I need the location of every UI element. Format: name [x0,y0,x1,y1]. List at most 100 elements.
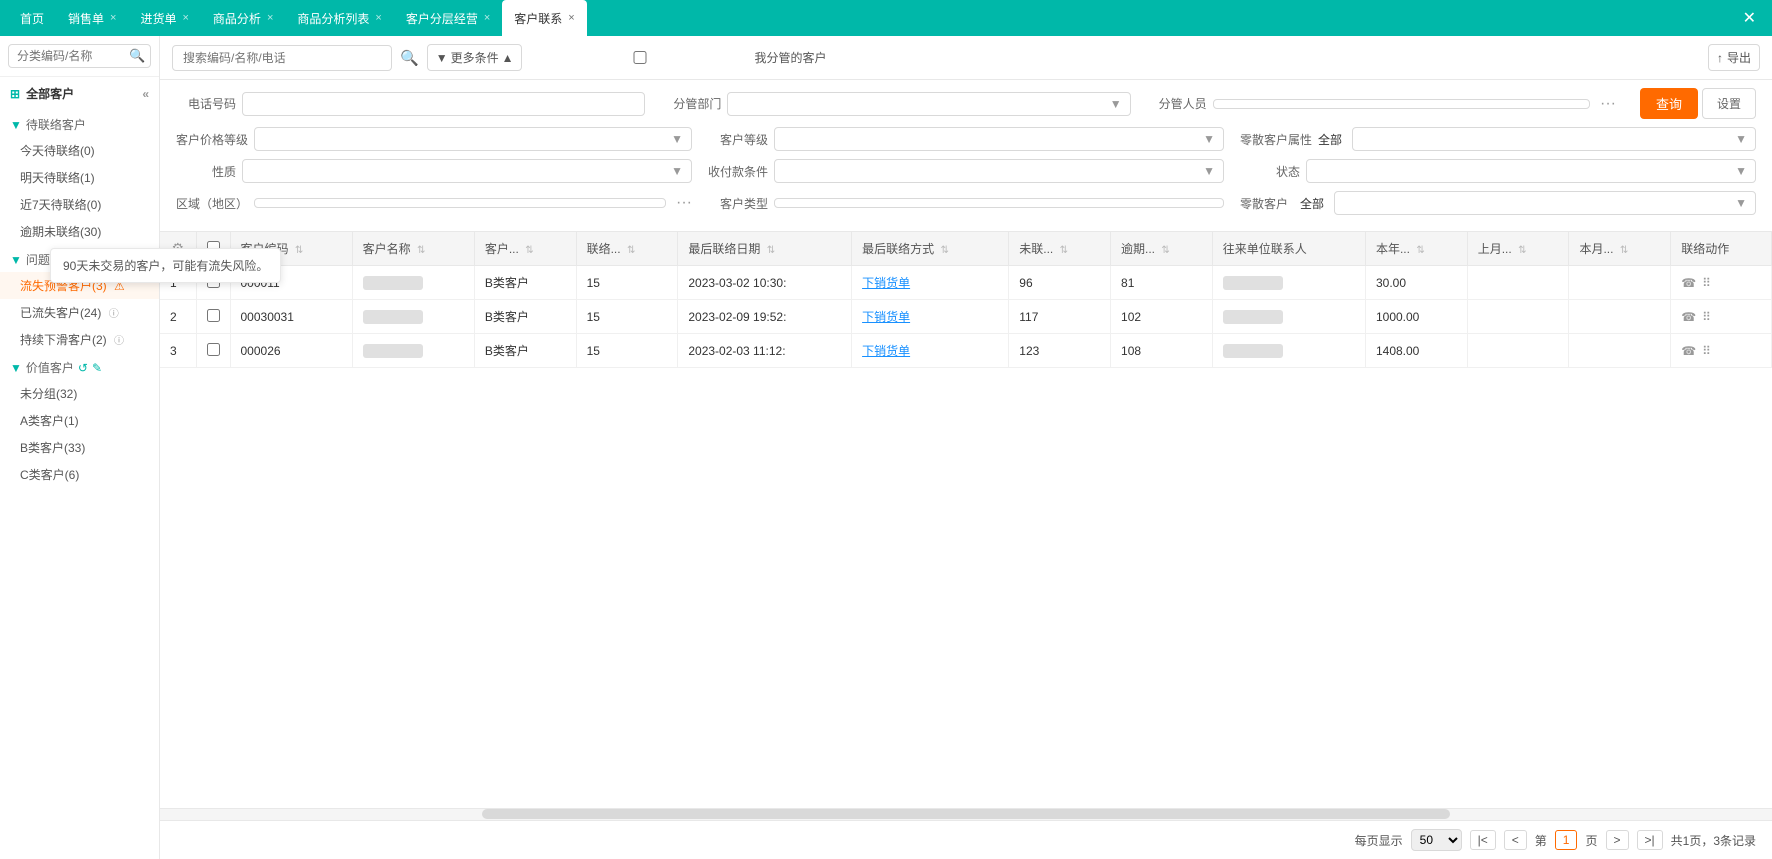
row1-last-month [1467,266,1569,300]
col-contact[interactable]: 联络... ⇅ [576,232,678,266]
row3-overdue: 108 [1111,334,1213,368]
search-input[interactable] [172,45,392,71]
search-button[interactable]: 🔍 [400,49,419,67]
filter-zero-attr: 零散客户属性 全部 ▼ [1240,127,1756,151]
tab-close-customer-tier[interactable]: × [484,12,490,24]
phone-input[interactable] [242,92,645,116]
customer-type-select[interactable] [774,198,1224,208]
price-level-select[interactable]: ▼ [254,127,692,151]
tab-close-analysis-list[interactable]: × [375,12,381,24]
row1-contact-icon[interactable]: ☎ [1681,276,1696,290]
my-customers-checkbox[interactable] [530,51,750,64]
tab-home[interactable]: 首页 [8,0,56,36]
row3-index: 3 [160,334,196,368]
tab-close-analysis[interactable]: × [267,12,273,24]
tab-customer-tier[interactable]: 客户分层经营 × [394,0,502,36]
row2-action-icons: ☎ ⠿ [1681,310,1761,324]
status-select[interactable]: ▼ [1306,159,1756,183]
edit-icon[interactable]: ✎ [92,361,102,375]
name-sort-icon: ⇅ [417,245,425,256]
tab-close-sales[interactable]: × [110,12,116,24]
zero-attr-select[interactable]: ▼ [1352,127,1756,151]
row2-last-date: 2023-02-09 19:52: [678,300,852,334]
sidebar-item-overdue-contact[interactable]: 逾期未联络(30) [0,218,159,245]
sidebar-item-c-class[interactable]: C类客户(6) [0,461,159,488]
prev-page-button[interactable]: < [1504,830,1527,850]
dept-select[interactable]: ▼ [727,92,1130,116]
col-last-month[interactable]: 上月... ⇅ [1467,232,1569,266]
region-select[interactable] [254,198,666,208]
sidebar: 🔍 ⊞ 全部客户 « ▼ 待联络客户 今天待联络(0) 明天待联络(1) 近7天… [0,36,160,859]
customer-level-select[interactable]: ▼ [774,127,1224,151]
col-type[interactable]: 客户... ⇅ [474,232,576,266]
tab-analysis[interactable]: 商品分析 × [201,0,285,36]
row2-this-month [1569,300,1671,334]
tab-sales[interactable]: 销售单 × [56,0,128,36]
filter-nature: 性质 ▼ [176,159,692,183]
settings-button[interactable]: 设置 [1702,88,1756,119]
row2-last-month [1467,300,1569,334]
row2-last-type[interactable]: 下销货单 [852,300,1009,334]
person-more-icon[interactable]: ··· [1600,95,1616,113]
chevron-up-icon: ▲ [502,51,514,65]
page-size-select[interactable]: 50 100 [1411,829,1462,851]
filter-person: 分管人员 ··· [1147,95,1616,113]
row3-last-date: 2023-02-03 11:12: [678,334,852,368]
last-page-button[interactable]: >| [1637,830,1663,850]
tab-customer-contact[interactable]: 客户联系 × [502,0,586,36]
horizontal-scrollbar[interactable] [160,808,1772,820]
row2-index: 2 [160,300,196,334]
more-conditions-button[interactable]: ▼ 更多条件 ▲ [427,44,523,71]
tab-analysis-list[interactable]: 商品分析列表 × [285,0,393,36]
my-customers-checkbox-area[interactable]: 我分管的客户 [530,49,826,66]
query-button[interactable]: 查询 [1640,88,1698,119]
sidebar-item-b-class[interactable]: B类客户(33) [0,434,159,461]
export-button[interactable]: ↑ 导出 [1708,44,1760,71]
sidebar-search-area: 🔍 [0,36,159,77]
person-select[interactable] [1213,99,1590,109]
close-window-button[interactable]: ✕ [1735,8,1764,28]
row1-name: ██████ [352,266,474,300]
row2-more-icon[interactable]: ⠿ [1702,310,1711,324]
tab-bar: 首页 销售单 × 进货单 × 商品分析 × 商品分析列表 × 客户分层经营 × … [0,0,1772,36]
col-name[interactable]: 客户名称 ⇅ [352,232,474,266]
row3-contact-icon[interactable]: ☎ [1681,344,1696,358]
row3-name: ██████ [352,334,474,368]
first-page-button[interactable]: |< [1470,830,1496,850]
row1-more-icon[interactable]: ⠿ [1702,276,1711,290]
sidebar-item-churned[interactable]: 已流失客户(24) ⓘ [0,299,159,326]
row3-last-type[interactable]: 下销货单 [852,334,1009,368]
refresh-icon[interactable]: ↺ [78,361,88,375]
sidebar-item-a-class[interactable]: A类客户(1) [0,407,159,434]
col-last-type[interactable]: 最后联络方式 ⇅ [852,232,1009,266]
tab-close-purchase[interactable]: × [182,12,188,24]
col-this-year[interactable]: 本年... ⇅ [1365,232,1467,266]
region-more-icon[interactable]: ··· [676,194,692,212]
sidebar-section-value[interactable]: ▼ 价值客户 ↺ ✎ [0,353,159,380]
row2-this-year: 1000.00 [1365,300,1467,334]
sidebar-item-tomorrow[interactable]: 明天待联络(1) [0,164,159,191]
tab-close-customer-contact[interactable]: × [568,12,574,24]
col-overdue[interactable]: 逾期... ⇅ [1111,232,1213,266]
sidebar-root-group[interactable]: ⊞ 全部客户 « [0,77,159,110]
sidebar-section-pending[interactable]: ▼ 待联络客户 [0,110,159,137]
sidebar-item-today[interactable]: 今天待联络(0) [0,137,159,164]
zero-customer-select[interactable]: ▼ [1334,191,1756,215]
row3-more-icon[interactable]: ⠿ [1702,344,1711,358]
row3-checkbox[interactable] [196,334,230,368]
next-page-button[interactable]: > [1606,830,1629,850]
col-last-date[interactable]: 最后联络日期 ⇅ [678,232,852,266]
sidebar-item-7days[interactable]: 近7天待联络(0) [0,191,159,218]
sidebar-item-declining[interactable]: 持续下滑客户(2) ⓘ [0,326,159,353]
payment-select[interactable]: ▼ [774,159,1224,183]
row2-contact-icon[interactable]: ☎ [1681,310,1696,324]
sidebar-item-ungraded[interactable]: 未分组(32) [0,380,159,407]
row2-checkbox[interactable] [196,300,230,334]
nature-select[interactable]: ▼ [242,159,692,183]
row1-unit-contact: ██████ [1212,266,1365,300]
content-area: 🔍 ▼ 更多条件 ▲ 我分管的客户 ↑ 导出 电话号码 [160,36,1772,859]
col-not-contacted[interactable]: 未联... ⇅ [1009,232,1111,266]
row1-last-type[interactable]: 下销货单 [852,266,1009,300]
tab-purchase[interactable]: 进货单 × [128,0,200,36]
col-this-month[interactable]: 本月... ⇅ [1569,232,1671,266]
